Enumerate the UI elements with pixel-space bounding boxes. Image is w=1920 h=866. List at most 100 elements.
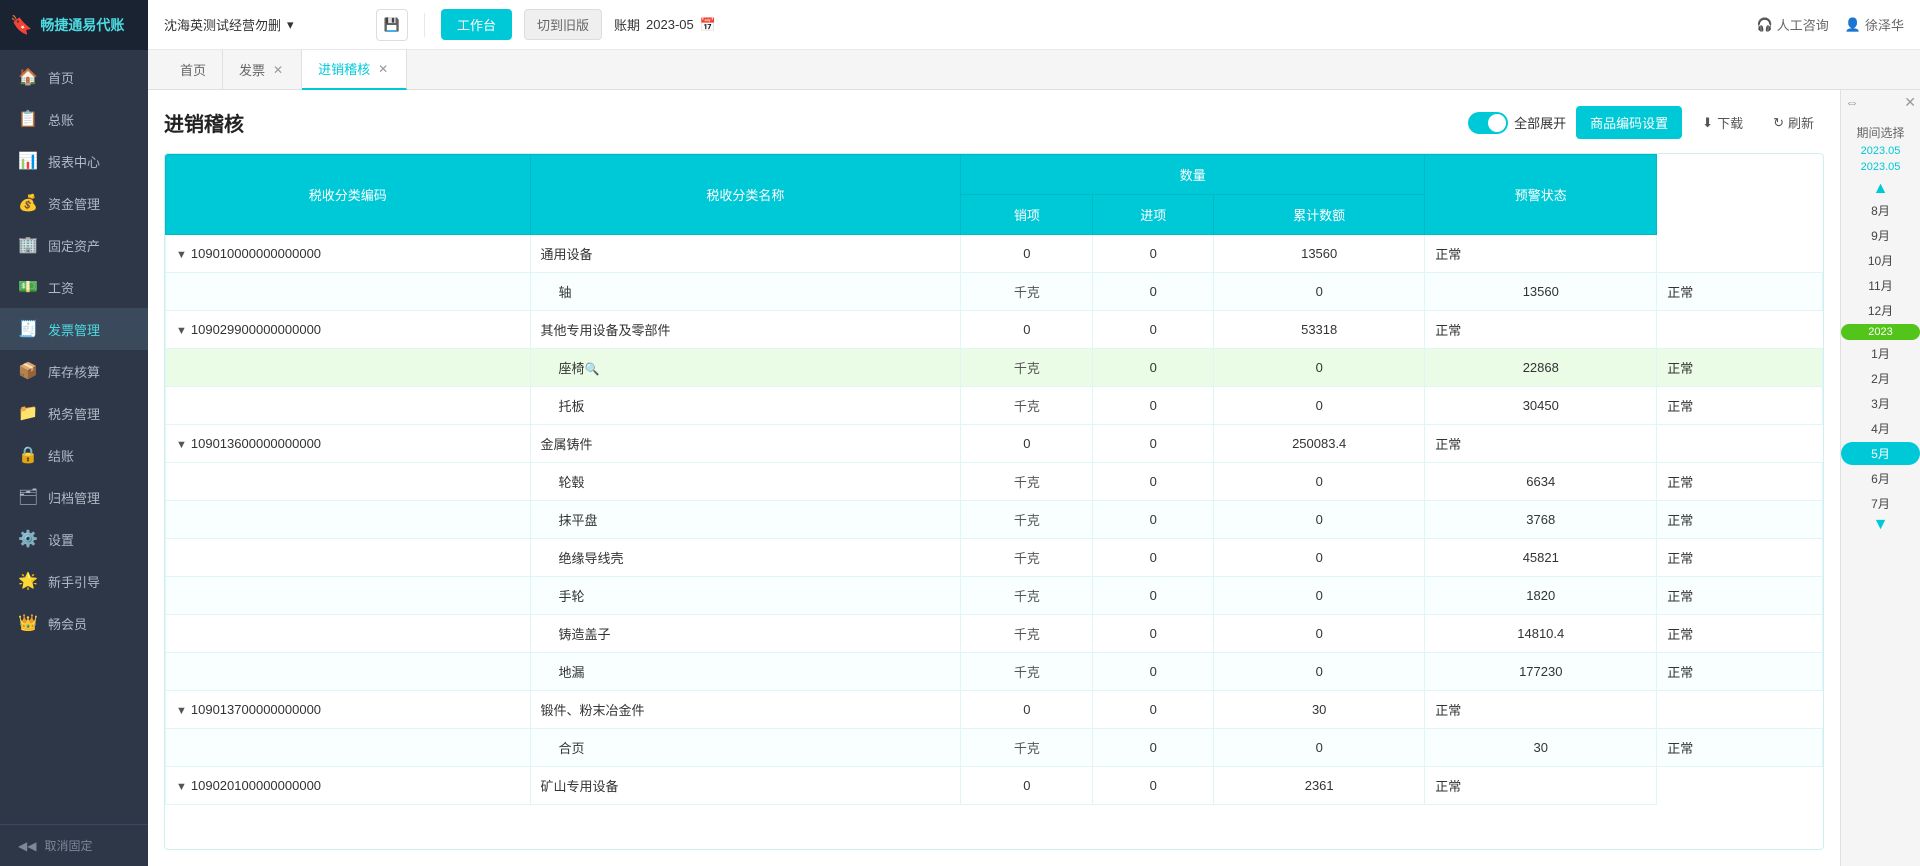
expand-icon[interactable]: ▼ xyxy=(176,705,187,717)
row-code xyxy=(166,729,531,767)
scroll-up-button[interactable]: ▲ xyxy=(1866,179,1896,199)
sidebar-item-设置[interactable]: ⚙️设置 xyxy=(0,518,148,560)
nav-icon: 🌟 xyxy=(18,571,38,591)
user-menu[interactable]: 👤 徐泽华 xyxy=(1845,15,1904,34)
row-unit: 千克 xyxy=(961,729,1093,767)
period-month-item[interactable]: 2月 xyxy=(1841,367,1920,390)
period-month-item[interactable]: 5月 xyxy=(1841,442,1920,465)
sidebar-item-首页[interactable]: 🏠首页 xyxy=(0,56,148,98)
content: 进销稽核 全部展开 商品编码设置 ⬇ 下载 ↻ 刷新 xyxy=(148,90,1920,866)
period-month-item[interactable]: 7月 xyxy=(1841,492,1920,515)
expand-icon[interactable]: ▼ xyxy=(176,781,187,793)
row-purchase: 0 xyxy=(1214,501,1425,539)
period-month-item[interactable]: 4月 xyxy=(1841,417,1920,440)
nav-label: 发票管理 xyxy=(48,320,100,339)
row-status: 正常 xyxy=(1425,691,1657,729)
row-purchase: 0 xyxy=(1214,539,1425,577)
data-table-container: 税收分类编码 税收分类名称 数量 预警状态 销项 进项 累计数额 xyxy=(164,153,1824,850)
row-purchase: 0 xyxy=(1093,767,1214,805)
expand-toggle: 全部展开 xyxy=(1468,112,1566,134)
nav-icon: ⚙️ xyxy=(18,529,38,549)
sidebar-item-发票管理[interactable]: 🧾 发票管理 xyxy=(0,308,148,350)
expand-icon[interactable]: ▼ xyxy=(176,325,187,337)
nav-icon: 📋 xyxy=(18,109,38,129)
period-month-item[interactable]: 11月 xyxy=(1841,274,1920,297)
row-sale: 0 xyxy=(961,691,1093,729)
tab-首页[interactable]: 首页 xyxy=(164,50,223,90)
sidebar-item-库存核算[interactable]: 📦库存核算 xyxy=(0,350,148,392)
logo-icon: 🔖 xyxy=(10,15,32,36)
sidebar-item-归档管理[interactable]: 🗂归档管理 xyxy=(0,476,148,518)
sidebar-item-报表中心[interactable]: 📊报表中心 xyxy=(0,140,148,182)
tab-close-icon[interactable]: ✕ xyxy=(376,60,390,78)
sidebar-item-总账[interactable]: 📋总账 xyxy=(0,98,148,140)
period-months: 8月9月10月11月12月20231月2月3月4月5月6月7月 xyxy=(1841,199,1920,515)
expand-icon[interactable]: ▼ xyxy=(176,439,187,451)
table-row: ▼109010000000000000 通用设备 0 0 13560 正常 xyxy=(166,235,1823,273)
sidebar-item-工资[interactable]: 💵工资 xyxy=(0,266,148,308)
row-total: 2361 xyxy=(1214,767,1425,805)
save-button[interactable]: 💾 xyxy=(376,9,408,41)
sidebar-item-固定资产[interactable]: 🏢固定资产 xyxy=(0,224,148,266)
sidebar-footer[interactable]: ◀◀ 取消固定 xyxy=(0,824,148,866)
row-unit: 千克 xyxy=(961,463,1093,501)
table-row: ▼109013700000000000 锻件、粉末冶金件 0 0 30 正常 xyxy=(166,691,1823,729)
period-month-item[interactable]: 1月 xyxy=(1841,342,1920,365)
sidebar-item-畅会员[interactable]: 👑畅会员 xyxy=(0,602,148,644)
nav-icon: 🧾 xyxy=(18,319,38,339)
sidebar-item-新手引导[interactable]: 🌟新手引导 xyxy=(0,560,148,602)
row-name: 锻件、粉末冶金件 xyxy=(530,691,961,729)
tabbar: 首页发票✕进销稽核✕ xyxy=(148,50,1920,90)
period-month-item[interactable]: 8月 xyxy=(1841,199,1920,222)
period-month-item[interactable]: 9月 xyxy=(1841,224,1920,247)
sidebar-item-结账[interactable]: 🔒结账 xyxy=(0,434,148,476)
sidebar-item-资金管理[interactable]: 💰资金管理 xyxy=(0,182,148,224)
refresh-button[interactable]: ↻ 刷新 xyxy=(1763,107,1824,138)
row-name: 金属铸件 xyxy=(530,425,961,463)
content-main: 进销稽核 全部展开 商品编码设置 ⬇ 下载 ↻ 刷新 xyxy=(148,90,1840,866)
sidebar-logo: 🔖 畅捷通易代账 xyxy=(0,0,148,50)
table-row: 手轮 千克 0 0 1820 正常 xyxy=(166,577,1823,615)
calendar-icon[interactable]: 📅 xyxy=(700,17,716,33)
switch-button[interactable]: 切到旧版 xyxy=(524,9,602,40)
row-sale: 0 xyxy=(1093,463,1214,501)
row-unit: 千克 xyxy=(961,653,1093,691)
period-month-item[interactable]: 6月 xyxy=(1841,467,1920,490)
row-code xyxy=(166,463,531,501)
period-label: 账期 xyxy=(614,15,640,34)
pin-icon: ◀◀ xyxy=(18,839,36,853)
period-value: 2023-05 xyxy=(646,17,694,32)
period-month-item[interactable]: 10月 xyxy=(1841,249,1920,272)
period-month-item[interactable]: 3月 xyxy=(1841,392,1920,415)
scroll-down-button[interactable]: ▼ xyxy=(1866,515,1896,535)
col-header-status: 预警状态 xyxy=(1425,155,1657,235)
service-button[interactable]: 🎧 人工咨询 xyxy=(1757,15,1829,34)
row-status: 正常 xyxy=(1657,463,1823,501)
main-area: 沈海英测试经营勿删 ▾ 💾 工作台 切到旧版 账期 2023-05 📅 🎧 人工… xyxy=(148,0,1920,866)
row-unit: 千克 xyxy=(961,349,1093,387)
row-status: 正常 xyxy=(1657,539,1823,577)
expand-switch[interactable] xyxy=(1468,112,1508,134)
page-header: 进销稽核 全部展开 商品编码设置 ⬇ 下载 ↻ 刷新 xyxy=(164,106,1824,139)
col-header-sale: 销项 xyxy=(961,195,1093,235)
tab-进销稽核[interactable]: 进销稽核✕ xyxy=(302,50,407,90)
panel-expand-icon[interactable]: ⇔ xyxy=(1845,94,1859,110)
panel-close-icon[interactable]: ✕ xyxy=(1904,94,1916,111)
settings-button[interactable]: 商品编码设置 xyxy=(1576,106,1682,139)
tab-close-icon[interactable]: ✕ xyxy=(271,61,285,79)
row-total: 30 xyxy=(1425,729,1657,767)
row-unit: 千克 xyxy=(961,501,1093,539)
row-purchase: 0 xyxy=(1214,273,1425,311)
workbench-button[interactable]: 工作台 xyxy=(441,9,512,40)
company-selector[interactable]: 沈海英测试经营勿删 ▾ xyxy=(164,15,364,34)
row-code: ▼109020100000000000 xyxy=(166,767,531,805)
expand-icon[interactable]: ▼ xyxy=(176,249,187,261)
sidebar-item-税务管理[interactable]: 📁税务管理 xyxy=(0,392,148,434)
row-code xyxy=(166,387,531,425)
app-name: 畅捷通易代账 xyxy=(40,15,124,35)
search-icon[interactable]: 🔍 xyxy=(585,362,600,376)
download-button[interactable]: ⬇ 下载 xyxy=(1692,107,1753,138)
tab-发票[interactable]: 发票✕ xyxy=(223,50,302,90)
row-sale: 0 xyxy=(1093,729,1214,767)
period-month-item[interactable]: 12月 xyxy=(1841,299,1920,322)
